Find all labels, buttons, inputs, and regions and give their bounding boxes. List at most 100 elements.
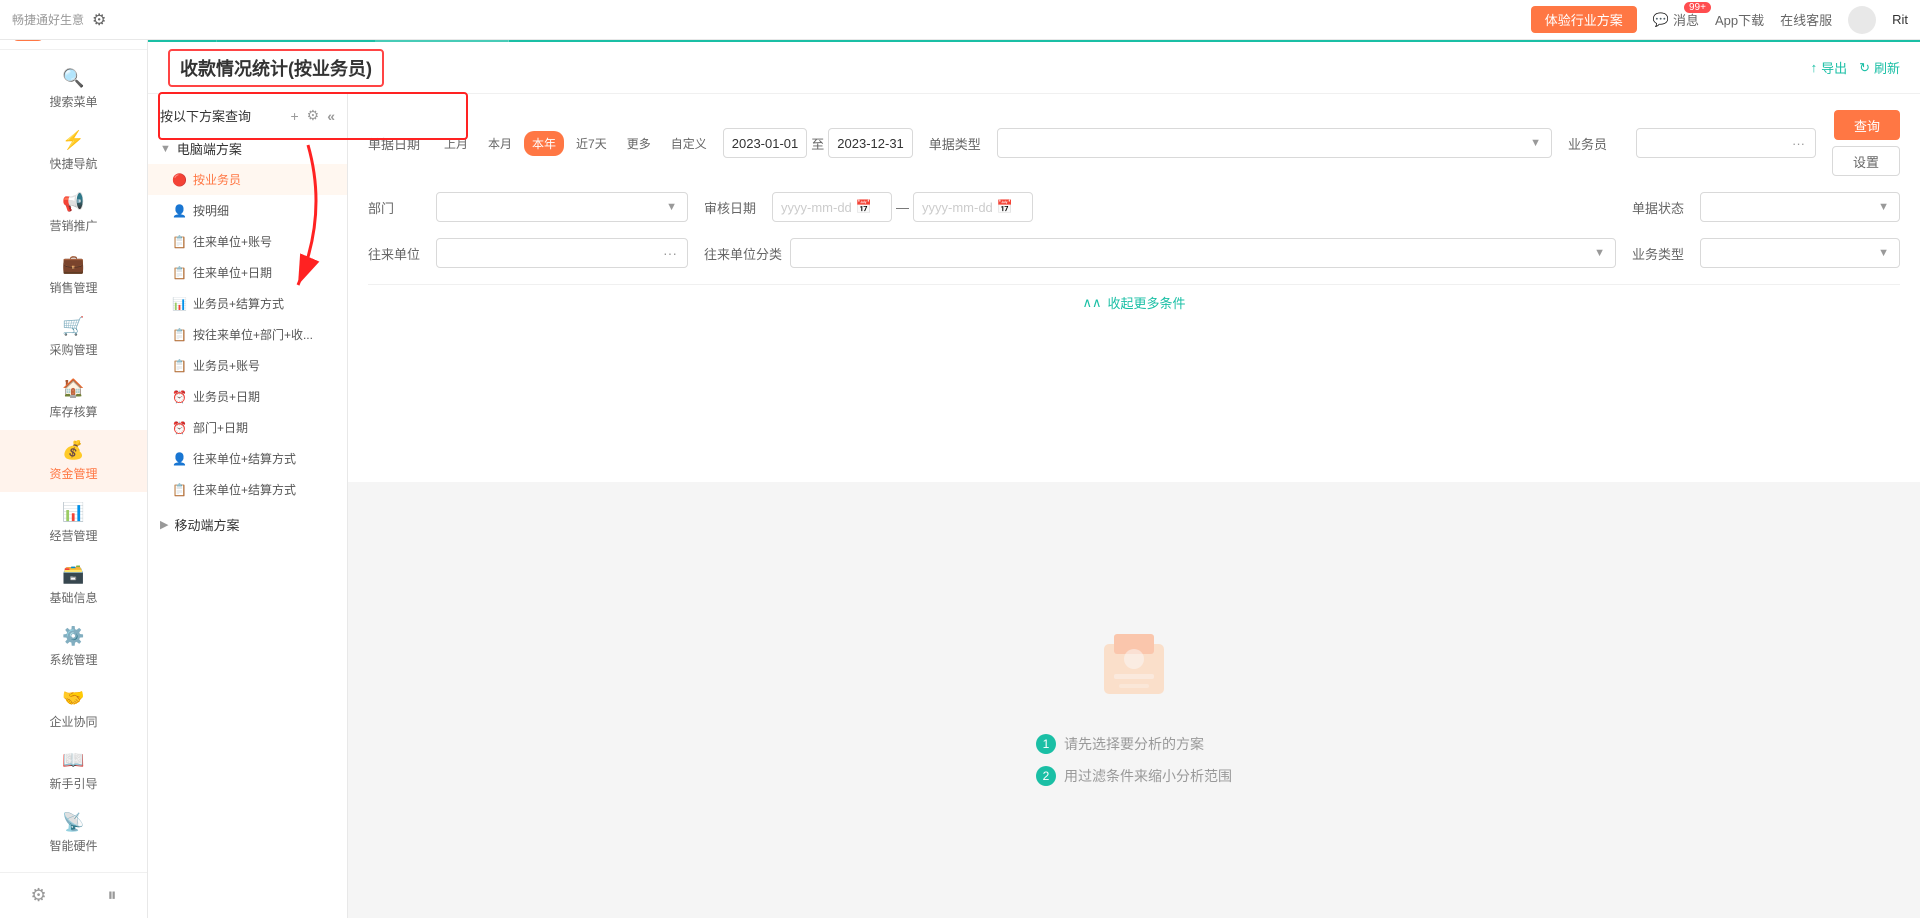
- scheme-item-partner-settlement2[interactable]: 📋 往来单位+结算方式: [148, 474, 347, 505]
- scheme-item-salesman-account[interactable]: 📋 业务员+账号: [148, 350, 347, 381]
- sidebar-label-sales: 销售管理: [49, 279, 97, 296]
- sidebar-item-system[interactable]: ⚙️ 系统管理: [0, 616, 147, 678]
- scheme-pc-title[interactable]: ▼ 电脑端方案: [148, 133, 347, 164]
- chevron-down-icon: ▼: [160, 143, 171, 155]
- date-from-value: 2023-01-01: [732, 136, 799, 151]
- docstatus-label: 单据状态: [1632, 198, 1692, 217]
- date-filter-group: 单据日期 上月 本月 本年 近7天 更多 自定义: [368, 128, 913, 158]
- message-icon[interactable]: 💬 消息 99+: [1653, 10, 1699, 29]
- audit-date-filter-group: 审核日期 yyyy-mm-dd 📅 — yyyy-mm-dd 📅: [704, 192, 1616, 222]
- calendar-icon2: 📅: [997, 199, 1013, 215]
- audit-from-placeholder: yyyy-mm-dd: [781, 200, 852, 215]
- date-to-input[interactable]: 2023-12-31: [828, 128, 913, 158]
- sidebar-label-quicknav: 快捷导航: [49, 155, 97, 172]
- scheme-collapse-icon[interactable]: «: [327, 108, 335, 124]
- audit-date-from[interactable]: yyyy-mm-dd 📅: [772, 192, 892, 222]
- quick-date-7days[interactable]: 近7天: [568, 131, 615, 156]
- header-left: 畅捷通好生意 ⚙: [12, 10, 1531, 30]
- sidebar-item-guide[interactable]: 📖 新手引导: [0, 740, 147, 802]
- sidebar-label-system: 系统管理: [49, 651, 97, 668]
- partner-category-select[interactable]: ▼: [790, 238, 1616, 268]
- app-download-link[interactable]: App下载: [1715, 10, 1764, 29]
- refresh-button[interactable]: ↻ 刷新: [1859, 58, 1900, 77]
- empty-illustration: [1084, 614, 1184, 714]
- main-body: 按以下方案查询 + ⚙ « ▼ 电脑端方案 🔴 按业务员: [148, 94, 1920, 918]
- dept-select[interactable]: ▼: [436, 192, 688, 222]
- sidebar-item-wechat[interactable]: 💬 企业微信: [0, 864, 147, 872]
- partner-category-filter-group: 往来单位分类 ▼: [704, 238, 1616, 268]
- biztype-chevron: ▼: [1878, 247, 1889, 259]
- partner-settlement1-icon: 👤: [172, 452, 187, 466]
- quick-date-more[interactable]: 更多: [619, 131, 659, 156]
- scheme-item-salesman-settlement-label: 业务员+结算方式: [193, 295, 284, 312]
- top-header: 畅捷通好生意 ⚙ 体验行业方案 💬 消息 99+ App下载 在线客服 Rit: [0, 0, 1920, 40]
- calendar-icon: 📅: [856, 199, 872, 215]
- quick-date-thisyear[interactable]: 本年: [524, 131, 564, 156]
- export-button[interactable]: ↑ 导出: [1811, 58, 1848, 77]
- partner-filter-group: 往来单位 ···: [368, 238, 688, 268]
- scheme-item-partner-date[interactable]: 📋 往来单位+日期: [148, 257, 347, 288]
- scheme-item-partner-settlement1[interactable]: 👤 往来单位+结算方式: [148, 443, 347, 474]
- sidebar-item-quicknav[interactable]: ⚡ 快捷导航: [0, 120, 147, 182]
- date-from-input[interactable]: 2023-01-01: [723, 128, 808, 158]
- gear-icon[interactable]: ⚙: [92, 10, 106, 30]
- scheme-item-partner-dept[interactable]: 📋 按往来单位+部门+收...: [148, 319, 347, 350]
- scheme-item-salesman-date[interactable]: ⏰ 业务员+日期: [148, 381, 347, 412]
- sidebar-item-marketing[interactable]: 📢 营销推广: [0, 182, 147, 244]
- quick-date-lastmonth[interactable]: 上月: [436, 131, 476, 156]
- filter-row-1: 单据日期 上月 本月 本年 近7天 更多 自定义: [368, 110, 1900, 176]
- salesman-more-dots[interactable]: ···: [1792, 136, 1805, 151]
- sidebar-item-purchase[interactable]: 🛒 采购管理: [0, 306, 147, 368]
- scheme-item-detail[interactable]: 👤 按明细: [148, 195, 347, 226]
- sidebar-item-basic[interactable]: 🗃️ 基础信息: [0, 554, 147, 616]
- sidebar-item-search[interactable]: 🔍 搜索菜单: [0, 58, 147, 120]
- dept-date-icon: ⏰: [172, 421, 187, 435]
- scheme-pc-group: ▼ 电脑端方案 🔴 按业务员 👤 按明细 📋 往来单位+账号: [148, 133, 347, 505]
- sidebar-item-enterprise[interactable]: 🤝 企业协同: [0, 678, 147, 740]
- scheme-item-salesman-settlement[interactable]: 📊 业务员+结算方式: [148, 288, 347, 319]
- detail-scheme-icon: 👤: [172, 204, 187, 218]
- salesman-select[interactable]: ···: [1636, 128, 1816, 158]
- settings-bottom-icon[interactable]: ⚙: [30, 885, 46, 906]
- filter-row-3: 往来单位 ··· 往来单位分类 ▼: [368, 238, 1900, 268]
- purchase-icon: 🛒: [62, 316, 84, 337]
- scheme-mobile-title[interactable]: ▶ 移动端方案: [148, 509, 347, 540]
- marketing-icon: 📢: [62, 192, 84, 213]
- sidebar-item-hardware[interactable]: 📡 智能硬件: [0, 802, 147, 864]
- sidebar-label-basic: 基础信息: [49, 589, 97, 606]
- scheme-setting-icon[interactable]: ⚙: [307, 107, 320, 124]
- online-service-link[interactable]: 在线客服: [1780, 10, 1832, 29]
- partner-category-label: 往来单位分类: [704, 244, 782, 263]
- scheme-item-dept-date[interactable]: ⏰ 部门+日期: [148, 412, 347, 443]
- sidebar-item-finance[interactable]: 💰 资金管理: [0, 430, 147, 492]
- biztype-select[interactable]: ▼: [1700, 238, 1900, 268]
- sidebar-item-sales[interactable]: 💼 销售管理: [0, 244, 147, 306]
- setting-button[interactable]: 设置: [1832, 146, 1900, 176]
- collapse-sidebar-icon[interactable]: ⏸: [108, 885, 117, 906]
- sidebar-item-operation[interactable]: 📊 经营管理: [0, 492, 147, 554]
- page-header: 收款情况统计(按业务员) ↑ 导出 ↻ 刷新: [148, 42, 1920, 94]
- biztype-label: 业务类型: [1632, 244, 1692, 263]
- empty-tips: 1 请先选择要分析的方案 2 用过滤条件来缩小分析范围: [1036, 734, 1232, 786]
- query-button[interactable]: 查询: [1834, 110, 1900, 140]
- audit-date-to[interactable]: yyyy-mm-dd 📅: [913, 192, 1033, 222]
- tip1-text: 请先选择要分析的方案: [1064, 734, 1204, 754]
- docstatus-select[interactable]: ▼: [1700, 192, 1900, 222]
- collapse-more-btn[interactable]: ∧∧ 收起更多条件: [368, 284, 1900, 320]
- scheme-item-partner-account[interactable]: 📋 往来单位+账号: [148, 226, 347, 257]
- sidebar-item-inventory[interactable]: 🏠 库存核算: [0, 368, 147, 430]
- sidebar-nav: 🔍 搜索菜单 ⚡ 快捷导航 📢 营销推广 💼 销售管理 🛒 采购管理 🏠: [0, 50, 147, 872]
- sidebar-label-guide: 新手引导: [49, 775, 97, 792]
- trial-btn[interactable]: 体验行业方案: [1531, 6, 1637, 33]
- search-icon: 🔍: [62, 68, 84, 89]
- doctype-select[interactable]: ▼: [997, 128, 1552, 158]
- partner-select[interactable]: ···: [436, 238, 688, 268]
- quick-date-custom[interactable]: 自定义: [663, 131, 715, 156]
- scheme-item-partner-date-label: 往来单位+日期: [193, 264, 272, 281]
- scheme-item-detail-label: 按明细: [193, 202, 229, 219]
- quick-date-thismonth[interactable]: 本月: [480, 131, 520, 156]
- scheme-add-icon[interactable]: +: [290, 108, 298, 124]
- avatar[interactable]: [1848, 6, 1876, 34]
- scheme-item-salesman[interactable]: 🔴 按业务员: [148, 164, 347, 195]
- partner-more-dots[interactable]: ···: [663, 245, 677, 261]
